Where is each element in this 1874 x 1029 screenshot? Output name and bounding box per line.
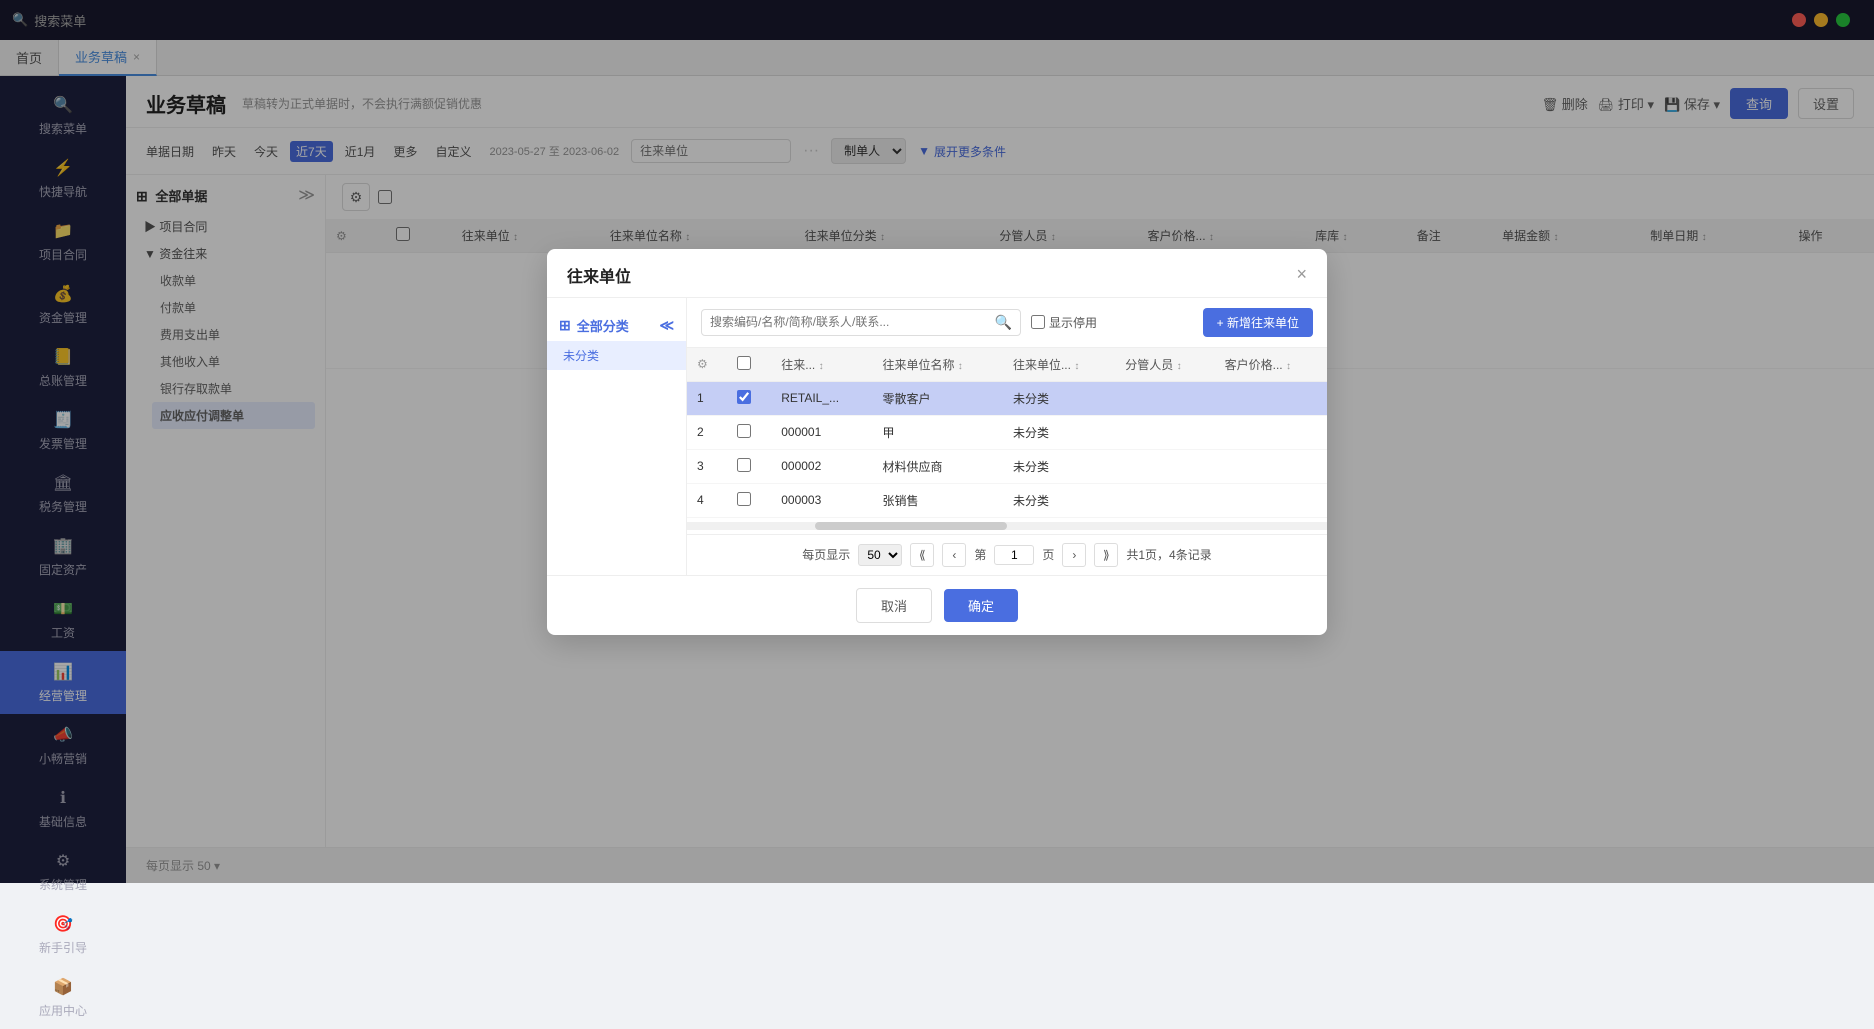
row-price [1215, 415, 1327, 449]
dialog-table-row[interactable]: 4 000003 张销售 未分类 [687, 483, 1327, 517]
guide-icon: 🎯 [52, 913, 74, 935]
row-name: 零散客户 [872, 381, 1003, 415]
collapse-icon[interactable]: ≪ [659, 317, 674, 334]
grid-icon: ⊞ [559, 317, 571, 334]
sidebar-item-apps[interactable]: 📦 应用中心 [0, 966, 126, 1029]
next-page-btn[interactable]: › [1062, 543, 1086, 567]
row-num: 4 [687, 483, 727, 517]
partner-dialog: 往来单位 × ⊞ 全部分类 ≪ 未分类 [547, 249, 1327, 635]
dcol-code[interactable]: 往来... ↕ [771, 348, 872, 382]
row-manager [1115, 449, 1214, 483]
row-manager [1115, 381, 1214, 415]
row-checkbox[interactable] [737, 424, 751, 438]
dialog-search-input[interactable] [710, 315, 989, 329]
horizontal-scrollbar[interactable] [687, 522, 1327, 530]
cancel-button[interactable]: 取消 [856, 588, 932, 623]
row-checkbox[interactable] [737, 390, 751, 404]
dialog-right: 🔍 显示停用 + 新增往来单位 ⚙ [687, 298, 1327, 575]
row-num: 2 [687, 415, 727, 449]
dialog-table-row[interactable]: 2 000001 甲 未分类 [687, 415, 1327, 449]
dialog-title: 往来单位 [567, 263, 631, 287]
row-price [1215, 483, 1327, 517]
row-checkbox[interactable] [737, 458, 751, 472]
row-manager [1115, 415, 1214, 449]
row-code: 000003 [771, 483, 872, 517]
page-number-input[interactable] [994, 545, 1034, 565]
dialog-table-row[interactable]: 3 000002 材料供应商 未分类 [687, 449, 1327, 483]
dialog-search-box[interactable]: 🔍 [701, 309, 1021, 336]
show-disabled-checkbox[interactable] [1031, 315, 1045, 329]
row-name: 张销售 [872, 483, 1003, 517]
row-name: 甲 [872, 415, 1003, 449]
row-name: 材料供应商 [872, 449, 1003, 483]
show-disabled-toggle[interactable]: 显示停用 [1031, 314, 1097, 331]
row-manager [1115, 483, 1214, 517]
scrollbar-thumb[interactable] [815, 522, 1007, 530]
dialog-cat-unclassified[interactable]: 未分类 [547, 341, 686, 370]
dcol-manager[interactable]: 分管人员 ↕ [1115, 348, 1214, 382]
dialog-footer: 取消 确定 [547, 575, 1327, 635]
dialog-table: ⚙ 往来... ↕ 往来单位名称 ↕ 往来单位... ↕ 分管人员 ↕ 客户价格… [687, 348, 1327, 518]
dcol-check [727, 348, 771, 382]
last-page-btn[interactable]: ⟫ [1094, 543, 1118, 567]
row-category: 未分类 [1003, 483, 1115, 517]
row-code: RETAIL_... [771, 381, 872, 415]
dialog-categories: ⊞ 全部分类 ≪ 未分类 [547, 298, 687, 575]
apps-icon: 📦 [52, 976, 74, 998]
confirm-button[interactable]: 确定 [944, 589, 1018, 622]
modal-overlay[interactable]: 往来单位 × ⊞ 全部分类 ≪ 未分类 [0, 0, 1874, 883]
row-category: 未分类 [1003, 415, 1115, 449]
row-code: 000001 [771, 415, 872, 449]
dcol-settings[interactable]: ⚙ [687, 348, 727, 382]
dialog-pagination: 每页显示 50 ⟪ ‹ 第 页 › ⟫ 共1页，4条记录 [687, 534, 1327, 575]
dcol-price[interactable]: 客户价格... ↕ [1215, 348, 1327, 382]
first-page-btn[interactable]: ⟪ [910, 543, 934, 567]
dcol-name[interactable]: 往来单位名称 ↕ [872, 348, 1003, 382]
dcol-category[interactable]: 往来单位... ↕ [1003, 348, 1115, 382]
row-price [1215, 381, 1327, 415]
dialog-header: 往来单位 × [547, 249, 1327, 298]
row-num: 3 [687, 449, 727, 483]
dialog-table-row[interactable]: 1 RETAIL_... 零散客户 未分类 [687, 381, 1327, 415]
dialog-body: ⊞ 全部分类 ≪ 未分类 🔍 显示停用 [547, 298, 1327, 575]
search-icon: 🔍 [995, 314, 1012, 331]
dialog-toolbar: 🔍 显示停用 + 新增往来单位 [687, 298, 1327, 348]
per-page-select[interactable]: 50 [858, 544, 902, 566]
dialog-table-wrap: ⚙ 往来... ↕ 往来单位名称 ↕ 往来单位... ↕ 分管人员 ↕ 客户价格… [687, 348, 1327, 518]
prev-page-btn[interactable]: ‹ [942, 543, 966, 567]
row-checkbox[interactable] [737, 492, 751, 506]
sidebar-item-guide[interactable]: 🎯 新手引导 [0, 903, 126, 966]
dialog-close-btn[interactable]: × [1296, 264, 1307, 285]
row-num: 1 [687, 381, 727, 415]
row-price [1215, 449, 1327, 483]
add-partner-button[interactable]: + 新增往来单位 [1203, 308, 1313, 337]
row-category: 未分类 [1003, 381, 1115, 415]
row-code: 000002 [771, 449, 872, 483]
dialog-all-cat[interactable]: ⊞ 全部分类 ≪ [547, 310, 686, 341]
row-category: 未分类 [1003, 449, 1115, 483]
